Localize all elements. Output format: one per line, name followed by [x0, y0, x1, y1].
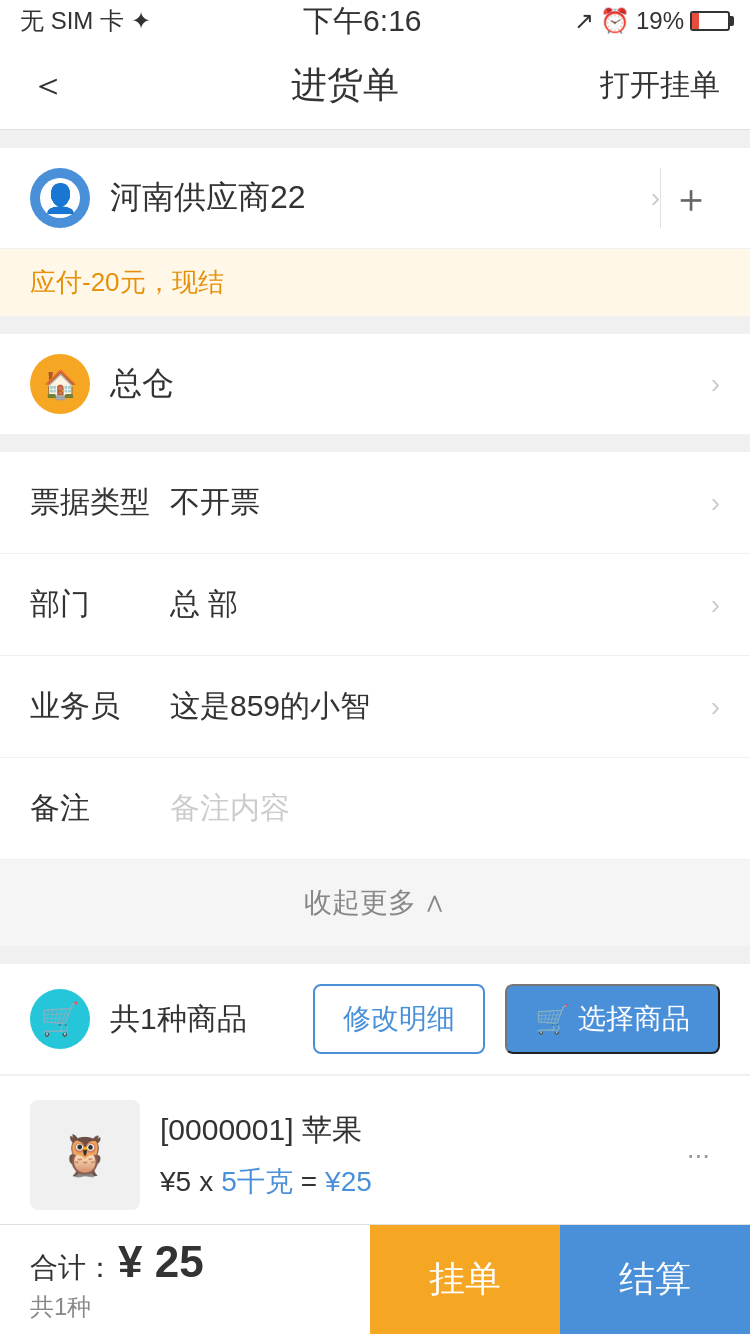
- department-chevron-icon: ›: [711, 589, 720, 621]
- status-left: 无 SIM 卡 ✦: [20, 5, 151, 37]
- warehouse-section: 🏠 总仓 ›: [0, 334, 750, 434]
- salesman-row[interactable]: 业务员 这是859的小智 ›: [0, 656, 750, 758]
- bottom-total: 合计： ¥ 25 共1种: [0, 1237, 370, 1323]
- supplier-section: 👤 河南供应商22 › ＋ 应付-20元，现结: [0, 148, 750, 316]
- supplier-name[interactable]: 河南供应商22: [110, 176, 651, 220]
- product-name: [0000001] 苹果: [160, 1110, 657, 1151]
- add-supplier-button[interactable]: ＋: [660, 168, 720, 228]
- sim-label: 无 SIM 卡 ✦: [20, 5, 151, 37]
- battery-label: 19%: [636, 7, 684, 35]
- warehouse-icon-wrap: 🏠: [30, 354, 90, 414]
- user-icon: 👤: [43, 182, 78, 215]
- product-thumbnail: 🦉: [30, 1100, 140, 1210]
- invoice-row[interactable]: 票据类型 不开票 ›: [0, 452, 750, 554]
- salesman-value: 这是859的小智: [170, 686, 711, 727]
- department-row[interactable]: 部门 总 部 ›: [0, 554, 750, 656]
- invoice-label: 票据类型: [30, 482, 170, 523]
- collapse-button[interactable]: 收起更多 ∧: [0, 860, 750, 946]
- hang-button[interactable]: 挂单: [370, 1225, 560, 1335]
- invoice-chevron-icon: ›: [711, 487, 720, 519]
- chevron-right-icon: ›: [651, 182, 660, 214]
- product-price-row: ¥5 x 5千克 = ¥25: [160, 1163, 657, 1201]
- select-product-icon: 🛒: [535, 1003, 570, 1036]
- product-total-price: ¥25: [325, 1166, 372, 1198]
- status-bar: 无 SIM 卡 ✦ 下午6:16 ↗ ⏰ 19%: [0, 0, 750, 42]
- product-count-icon: 🛒: [30, 989, 90, 1049]
- supplier-alert: 应付-20元，现结: [0, 249, 750, 316]
- owl-icon: 🦉: [60, 1132, 110, 1179]
- divider-1: [0, 130, 750, 148]
- form-section: 票据类型 不开票 › 部门 总 部 › 业务员 这是859的小智 › 备注 备注…: [0, 452, 750, 860]
- remark-input[interactable]: 备注内容: [170, 788, 720, 829]
- back-button[interactable]: ＜: [30, 61, 90, 110]
- checkout-button[interactable]: 结算: [560, 1225, 750, 1335]
- location-icon: ↗: [574, 7, 594, 35]
- warehouse-icon: 🏠: [43, 368, 78, 401]
- divider-3: [0, 434, 750, 452]
- nav-bar: ＜ 进货单 打开挂单: [0, 42, 750, 130]
- product-equals: =: [301, 1166, 317, 1198]
- invoice-value: 不开票: [170, 482, 711, 523]
- remark-row[interactable]: 备注 备注内容: [0, 758, 750, 860]
- open-hang-button[interactable]: 打开挂单: [600, 65, 720, 106]
- product-info: [0000001] 苹果 ¥5 x 5千克 = ¥25: [160, 1110, 657, 1201]
- warehouse-name: 总仓: [110, 362, 711, 406]
- battery-icon: [690, 11, 730, 31]
- product-header: 🛒 共1种商品 修改明细 🛒 选择商品: [0, 964, 750, 1074]
- warehouse-chevron-icon: ›: [711, 368, 720, 400]
- edit-detail-button[interactable]: 修改明细: [313, 984, 485, 1054]
- product-item: 🦉 [0000001] 苹果 ¥5 x 5千克 = ¥25 ···: [0, 1076, 750, 1234]
- remark-label: 备注: [30, 788, 170, 829]
- product-more-button[interactable]: ···: [677, 1129, 720, 1181]
- total-label: 合计：: [30, 1249, 114, 1287]
- divider-2: [0, 316, 750, 334]
- supplier-avatar: 👤: [30, 168, 90, 228]
- supplier-row: 👤 河南供应商22 › ＋: [0, 148, 750, 249]
- total-sub-label: 共1种: [30, 1291, 340, 1323]
- salesman-label: 业务员: [30, 686, 170, 727]
- bottom-bar: 合计： ¥ 25 共1种 挂单 结算: [0, 1224, 750, 1334]
- select-product-button[interactable]: 🛒 选择商品: [505, 984, 720, 1054]
- status-right: ↗ ⏰ 19%: [574, 7, 730, 35]
- product-multiply: x: [199, 1166, 213, 1198]
- divider-4: [0, 946, 750, 964]
- status-time: 下午6:16: [303, 1, 421, 42]
- salesman-chevron-icon: ›: [711, 691, 720, 723]
- total-amount: ¥ 25: [118, 1237, 204, 1287]
- warehouse-row[interactable]: 🏠 总仓 ›: [0, 334, 750, 434]
- page-title: 进货单: [90, 61, 600, 110]
- product-count-label: 共1种商品: [110, 999, 293, 1040]
- cart-icon: 🛒: [40, 1000, 80, 1038]
- alarm-icon: ⏰: [600, 7, 630, 35]
- product-quantity: 5千克: [221, 1163, 293, 1201]
- department-value: 总 部: [170, 584, 711, 625]
- department-label: 部门: [30, 584, 170, 625]
- product-unit-price: ¥5: [160, 1166, 191, 1198]
